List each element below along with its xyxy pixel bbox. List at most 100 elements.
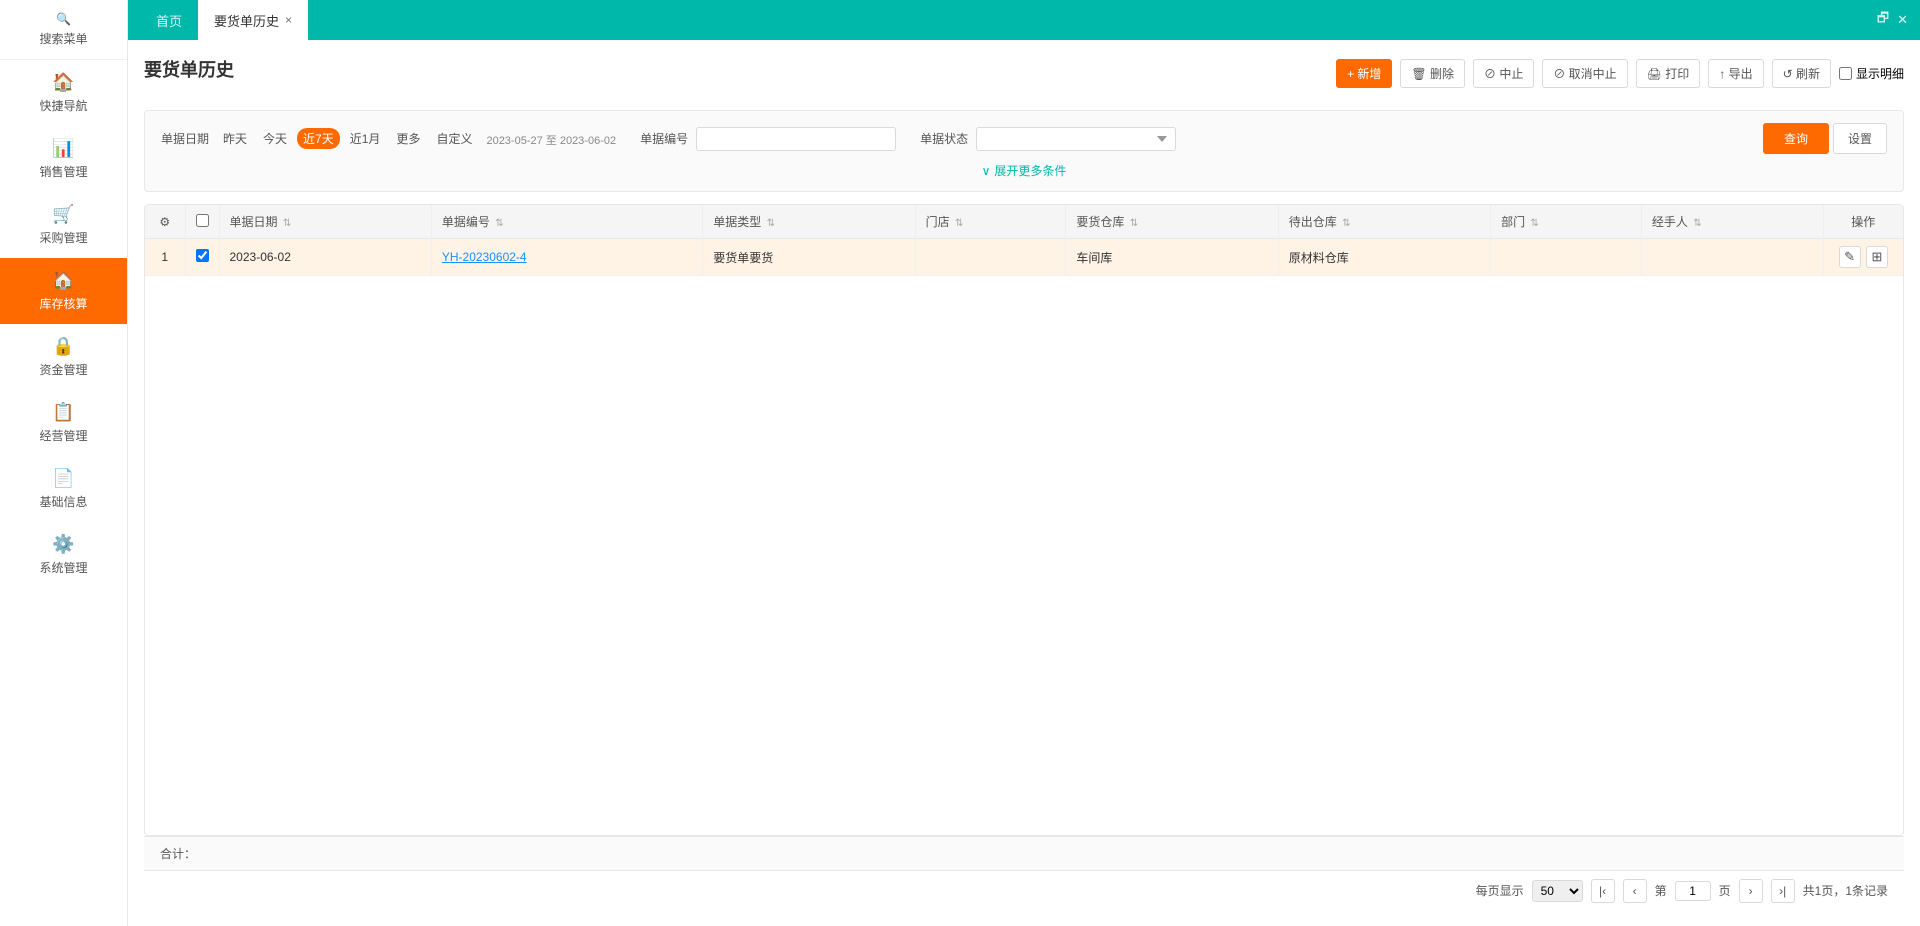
sort-store-icon: ⇅ — [955, 218, 963, 229]
last-page-button[interactable]: ›| — [1771, 879, 1795, 903]
sidebar-item-sales[interactable]: 📊 销售管理 — [0, 126, 127, 192]
date-filter-label: 单据日期 — [161, 130, 209, 147]
sidebar-search[interactable]: 🔍 搜索菜单 — [0, 0, 127, 60]
inventory-icon: 🏠 — [52, 270, 74, 291]
first-page-button[interactable]: |‹ — [1591, 879, 1615, 903]
cell-ops: ✎ ⊞ — [1823, 239, 1903, 276]
cell-handler — [1641, 239, 1823, 276]
shortcut-today[interactable]: 今天 — [257, 128, 293, 149]
tab-home[interactable]: 首页 — [140, 0, 198, 40]
shortcut-last-month[interactable]: 近1月 — [344, 128, 387, 149]
sidebar-item-system[interactable]: ⚙️ 系统管理 — [0, 522, 127, 588]
sidebar-item-quick-nav[interactable]: 🏠 快捷导航 — [0, 60, 127, 126]
tab-close-button[interactable]: × — [285, 13, 292, 27]
sales-icon: 📊 — [52, 138, 74, 159]
window-restore-button[interactable]: 🗗 — [1877, 9, 1889, 31]
row-detail-button[interactable]: ⊞ — [1866, 246, 1888, 268]
col-req-warehouse-label: 要货仓库 — [1076, 215, 1124, 229]
show-detail-checkbox-label[interactable]: 显示明细 — [1839, 65, 1904, 82]
next-page-button[interactable]: › — [1739, 879, 1763, 903]
col-doc-no[interactable]: 单据编号 ⇅ — [431, 205, 702, 239]
settings-button[interactable]: 设置 — [1833, 123, 1887, 154]
system-icon: ⚙️ — [52, 534, 74, 555]
col-handler[interactable]: 经手人 ⇅ — [1641, 205, 1823, 239]
sidebar-item-inventory[interactable]: 🏠 库存核算 — [0, 258, 127, 324]
shortcut-yesterday[interactable]: 昨天 — [217, 128, 253, 149]
col-store[interactable]: 门店 ⇅ — [915, 205, 1066, 239]
sort-pendwh-icon: ⇅ — [1342, 218, 1350, 229]
chevron-down-icon: ∨ — [982, 164, 991, 178]
new-button[interactable]: + 新增 — [1336, 59, 1392, 88]
sidebar-item-label: 销售管理 — [39, 163, 87, 180]
status-select[interactable] — [976, 127, 1176, 151]
col-dept[interactable]: 部门 ⇅ — [1491, 205, 1642, 239]
col-date[interactable]: 单据日期 ⇅ — [219, 205, 431, 239]
stop-button[interactable]: ⊘ 中止 — [1473, 59, 1534, 88]
shortcut-last7[interactable]: 近7天 — [297, 128, 340, 149]
cell-dept — [1491, 239, 1642, 276]
sort-dept-icon: ⇅ — [1530, 218, 1538, 229]
expand-more-label: 展开更多条件 — [994, 162, 1066, 179]
print-button[interactable]: 🖨 打印 — [1636, 59, 1701, 88]
filter-row: 单据日期 昨天 今天 近7天 近1月 更多 自定义 2023-05-27 至 2… — [161, 123, 1887, 154]
sidebar-item-label: 资金管理 — [39, 361, 87, 378]
doc-no-input[interactable] — [696, 127, 896, 151]
export-button[interactable]: ↑ 导出 — [1708, 59, 1763, 88]
row-edit-button[interactable]: ✎ — [1839, 246, 1861, 268]
sidebar-item-label: 基础信息 — [39, 493, 87, 510]
select-all-checkbox[interactable] — [196, 214, 209, 227]
sidebar-item-operation[interactable]: 📋 经营管理 — [0, 390, 127, 456]
main-area: 首页 要货单历史 × 🗗 ✕ 要货单历史 + 新增 🗑 删除 ⊘ 中止 ⊘ 取消… — [128, 0, 1920, 926]
delete-button[interactable]: 🗑 删除 — [1400, 59, 1465, 88]
query-button[interactable]: 查询 — [1763, 123, 1829, 154]
col-ops-label: 操作 — [1851, 215, 1875, 229]
prev-page-button[interactable]: ‹ — [1623, 879, 1647, 903]
col-date-label: 单据日期 — [230, 215, 278, 229]
per-page-label: 每页显示 — [1476, 882, 1524, 899]
sidebar-item-basic[interactable]: 📄 基础信息 — [0, 456, 127, 522]
sidebar-search-label: 搜索菜单 — [39, 30, 87, 47]
tab-requisition-label: 要货单历史 — [214, 11, 279, 30]
page-number-input[interactable] — [1675, 881, 1711, 901]
sort-reqwh-icon: ⇅ — [1130, 218, 1138, 229]
window-close-button[interactable]: ✕ — [1897, 12, 1908, 28]
col-pending-warehouse-label: 待出仓库 — [1289, 215, 1337, 229]
tab-home-label: 首页 — [156, 11, 182, 30]
col-checkbox — [185, 205, 219, 239]
tab-requisition-history[interactable]: 要货单历史 × — [198, 0, 308, 40]
cell-doc-no[interactable]: YH-20230602-4 — [431, 239, 702, 276]
total-info: 共1页，1条记录 — [1803, 882, 1888, 899]
page-suffix: 页 — [1719, 882, 1731, 899]
cancel-stop-button[interactable]: ⊘ 取消中止 — [1542, 59, 1627, 88]
col-req-warehouse[interactable]: 要货仓库 ⇅ — [1066, 205, 1278, 239]
table-body: 1 2023-06-02 YH-20230602-4 要货单要货 车间库 原材料… — [145, 239, 1903, 276]
sidebar-item-label: 经营管理 — [39, 427, 87, 444]
cell-pending-warehouse: 原材料仓库 — [1278, 239, 1490, 276]
refresh-button[interactable]: ↺ 刷新 — [1772, 59, 1831, 88]
per-page-select[interactable]: 50 10 20 100 — [1532, 880, 1583, 902]
cell-req-warehouse: 车间库 — [1066, 239, 1278, 276]
expand-more-button[interactable]: ∨ 展开更多条件 — [161, 162, 1887, 179]
cell-doc-type: 要货单要货 — [703, 239, 915, 276]
topbar-right: 🗗 ✕ — [1877, 9, 1908, 31]
settings-icon: ⚙ — [159, 215, 170, 229]
page-title: 要货单历史 — [144, 56, 234, 82]
show-detail-checkbox[interactable] — [1839, 67, 1852, 80]
pagination-bar: 每页显示 50 10 20 100 |‹ ‹ 第 页 › ›| 共1页，1条记录 — [144, 870, 1904, 910]
operation-icon: 📋 — [52, 402, 74, 423]
col-settings[interactable]: ⚙ — [145, 205, 185, 239]
shortcut-custom[interactable]: 自定义 — [430, 128, 478, 149]
col-doc-type[interactable]: 单据类型 ⇅ — [703, 205, 915, 239]
sidebar-item-purchase[interactable]: 🛒 采购管理 — [0, 192, 127, 258]
topbar: 首页 要货单历史 × 🗗 ✕ — [128, 0, 1920, 40]
sidebar-item-label: 库存核算 — [39, 295, 87, 312]
col-pending-warehouse[interactable]: 待出仓库 ⇅ — [1278, 205, 1490, 239]
table-header-row: ⚙ 单据日期 ⇅ 单据编号 ⇅ — [145, 205, 1903, 239]
sidebar-item-label: 快捷导航 — [39, 97, 87, 114]
finance-icon: 🔒 — [52, 336, 74, 357]
shortcut-more[interactable]: 更多 — [390, 128, 426, 149]
content-area: 要货单历史 + 新增 🗑 删除 ⊘ 中止 ⊘ 取消中止 🖨 打印 ↑ 导出 ↺ … — [128, 40, 1920, 926]
cell-date: 2023-06-02 — [219, 239, 431, 276]
sidebar-item-finance[interactable]: 🔒 资金管理 — [0, 324, 127, 390]
cell-check[interactable] — [185, 239, 219, 276]
